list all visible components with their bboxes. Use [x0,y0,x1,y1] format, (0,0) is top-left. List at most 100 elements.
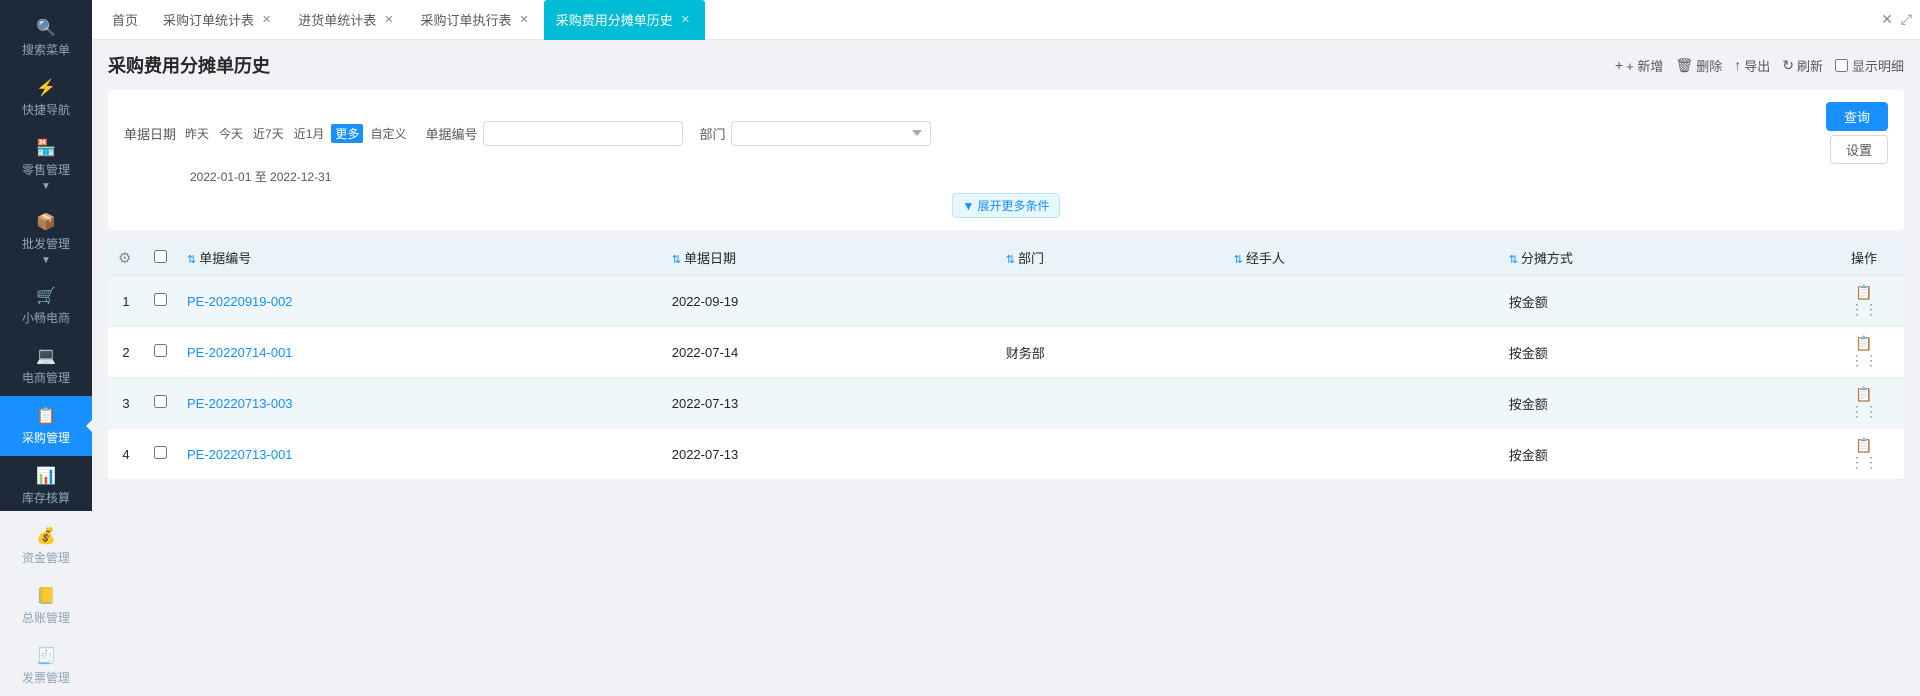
sidebar-item-发票管理[interactable]: 🧾 发票管理 [0,636,92,696]
sidebar-item-快捷导航[interactable]: ⚡ 快捷导航 [0,68,92,128]
dept-select[interactable] [731,121,931,146]
row-number: 3 [108,378,144,429]
tab-4[interactable]: 采购费用分摊单历史 ✕ [544,0,705,40]
tab-close-icon[interactable]: ✕ [382,12,395,27]
tab-close-icon[interactable]: ✕ [518,12,531,27]
refresh-button[interactable]: ↻ 刷新 [1782,56,1823,75]
expand-more-button[interactable]: ▼ 展开更多条件 [952,193,1061,218]
sidebar-item-电商管理[interactable]: 💻 电商管理 [0,336,92,396]
row-dept [996,429,1224,480]
sidebar-item-搜索菜单[interactable]: 🔍 搜索菜单 [0,8,92,68]
more-actions-icon[interactable]: ⋮⋮ [1847,401,1881,421]
row-checkbox-cell [144,429,177,480]
sidebar-item-label: 快捷导航 [22,101,70,118]
maximize-icon[interactable]: ⤢ [1901,11,1912,28]
delete-button[interactable]: 🗑 删除 [1675,56,1722,75]
sidebar-item-库存核算[interactable]: 📊 库存核算 [0,456,92,516]
sidebar-icon: 🏪 [36,138,56,158]
row-checkbox[interactable] [154,344,167,357]
sidebar-item-批发管理[interactable]: 📦 批发管理 ▼ [0,202,92,276]
more-btn[interactable]: 更多 [331,124,363,143]
row-date: 2022-07-13 [662,378,996,429]
row-checkbox[interactable] [154,395,167,408]
doc-no-link[interactable]: PE-20220919-002 [187,294,293,309]
doc-no-link[interactable]: PE-20220713-001 [187,447,293,462]
sidebar-item-label: 零售管理 [22,161,70,178]
sort-icon: ⇅ [672,254,681,266]
add-icon: + [1615,57,1623,73]
row-handler [1224,429,1499,480]
content-area: 采购费用分摊单历史 + + 新增 🗑 删除 ↑ 导出 ↻ 刷新 [92,40,1920,511]
tab-3[interactable]: 采购订单执行表✕ [408,0,543,40]
sidebar-item-小畅电商[interactable]: 🛒 小畅电商 [0,276,92,336]
row-ops: 📋 ⋮⋮ [1824,276,1904,327]
sort-icon: ⇅ [1509,254,1518,266]
chevron-icon: ▼ [41,181,51,192]
date-range-text: 2022-01-01 至 2022-12-31 [190,168,331,185]
sidebar-item-零售管理[interactable]: 🏪 零售管理 ▼ [0,128,92,202]
tab-0[interactable]: 首页 [100,0,151,40]
row-dept [996,276,1224,327]
sidebar-icon: 💰 [36,526,56,546]
show-detail-toggle[interactable]: 显示明细 [1835,56,1904,75]
add-button[interactable]: + + 新增 [1615,56,1663,75]
table-header-row: ⚙ ⇅单据编号 ⇅单据日期 ⇅部门 [108,240,1904,276]
tab-label: 采购费用分摊单历史 [556,10,673,29]
row-checkbox[interactable] [154,446,167,459]
settings-col-header: ⚙ [108,240,144,276]
row-number: 2 [108,327,144,378]
select-all-checkbox[interactable] [154,250,167,263]
more-actions-icon[interactable]: ⋮⋮ [1847,452,1881,472]
refresh-icon: ↻ [1782,57,1794,74]
last1month-btn[interactable]: 近1月 [291,124,328,143]
handler-col-header: ⇅经手人 [1224,240,1499,276]
checkbox-col-header [144,240,177,276]
last7days-btn[interactable]: 近7天 [250,124,287,143]
close-tab-icon[interactable]: ✕ [1881,11,1893,28]
row-checkbox[interactable] [154,293,167,306]
today-btn[interactable]: 今天 [216,124,246,143]
sort-icon: ⇅ [1234,254,1243,266]
setting-button[interactable]: 设置 [1830,135,1888,164]
tab-close-icon[interactable]: ✕ [260,12,273,27]
tab-label: 首页 [112,10,138,29]
sidebar-icon: ⚡ [36,78,56,98]
row-date: 2022-09-19 [662,276,996,327]
table-row: 4 PE-20220713-001 2022-07-13 按金额 📋 ⋮⋮ [108,429,1904,480]
doc-no-input[interactable] [483,121,683,146]
expand-more-area: ▼ 展开更多条件 [124,193,1888,218]
doc-no-link[interactable]: PE-20220714-001 [187,345,293,360]
row-checkbox-cell [144,378,177,429]
sidebar-icon: 🔍 [36,18,56,38]
doc-no-label: 单据编号 [425,124,477,143]
custom-btn[interactable]: 自定义 [367,124,409,143]
column-settings-icon[interactable]: ⚙ [118,250,131,267]
date-filter-group: 单据日期 昨天 今天 近7天 近1月 更多 自定义 [124,124,409,143]
doc-no-link[interactable]: PE-20220713-003 [187,396,293,411]
sidebar-item-总账管理[interactable]: 📒 总账管理 [0,576,92,636]
sidebar-item-资金管理[interactable]: 💰 资金管理 [0,516,92,576]
export-button[interactable]: ↑ 导出 [1734,56,1770,75]
sidebar-icon: 📋 [36,406,56,426]
date-label: 单据日期 [124,124,176,143]
tab-2[interactable]: 进货单统计表✕ [286,0,408,40]
row-ops: 📋 ⋮⋮ [1824,378,1904,429]
ops-col-header: 操作 [1824,240,1904,276]
tab-close-icon[interactable]: ✕ [679,12,692,27]
page-title: 采购费用分摊单历史 [108,52,270,78]
sidebar-item-label: 总账管理 [22,609,70,626]
sidebar-item-采购管理[interactable]: 📋 采购管理 [0,396,92,456]
tab-1[interactable]: 采购订单统计表✕ [151,0,286,40]
more-actions-icon[interactable]: ⋮⋮ [1847,350,1881,370]
more-actions-icon[interactable]: ⋮⋮ [1847,299,1881,319]
sidebar-item-label: 采购管理 [22,429,70,446]
sidebar-icon: 💻 [36,346,56,366]
chevron-down-icon: ▼ [963,199,975,213]
row-checkbox-cell [144,276,177,327]
query-button[interactable]: 查询 [1826,102,1888,131]
yesterday-btn[interactable]: 昨天 [182,124,212,143]
row-number: 4 [108,429,144,480]
table-body: 1 PE-20220919-002 2022-09-19 按金额 📋 ⋮⋮ 2 … [108,276,1904,480]
row-method: 按金额 [1499,378,1824,429]
sidebar-icon: 📊 [36,466,56,486]
